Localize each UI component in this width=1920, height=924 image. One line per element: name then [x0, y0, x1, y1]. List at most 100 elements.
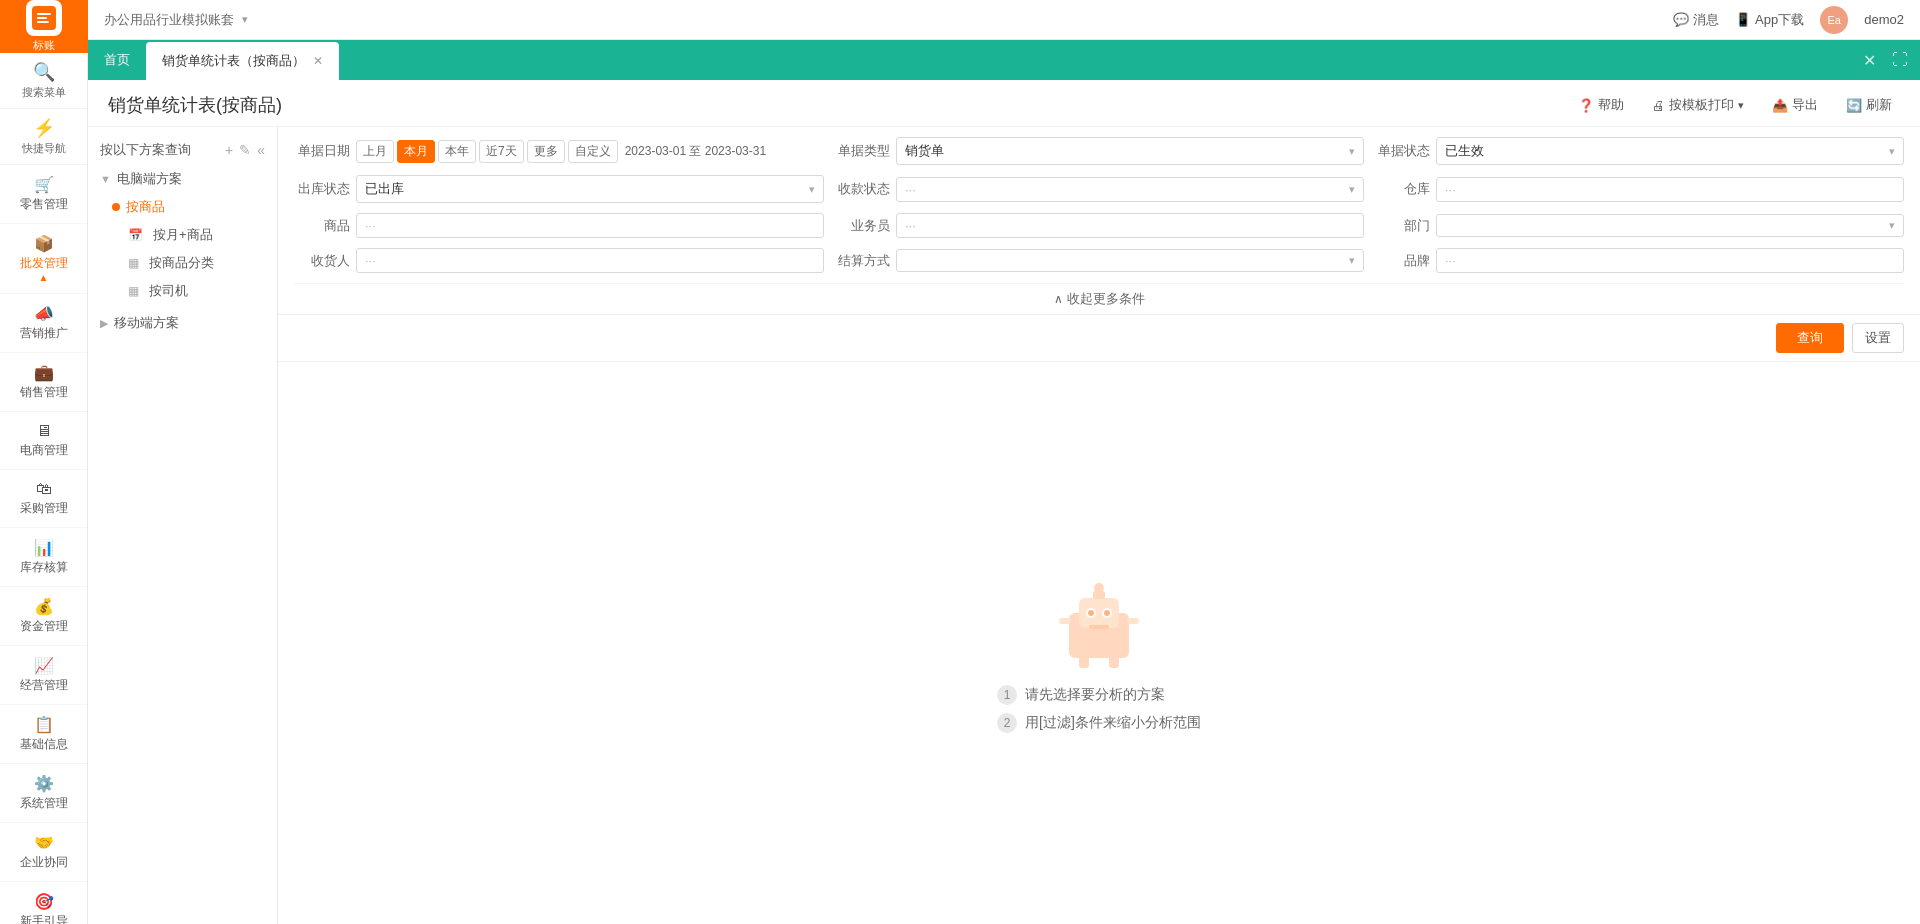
sidebar-item-system[interactable]: ⚙️ 系统管理 — [0, 764, 87, 823]
tree-item-by-category[interactable]: ▦ 按商品分类 — [88, 249, 277, 277]
message-btn[interactable]: 💬 消息 — [1673, 11, 1719, 29]
brand-input[interactable]: ··· — [1436, 248, 1904, 273]
collect-status-input[interactable]: ··· ▾ — [896, 177, 1364, 202]
tree-item-by-printer[interactable]: ▦ 按司机 — [88, 277, 277, 305]
tab-home[interactable]: 首页 — [88, 40, 146, 80]
date-more-btn[interactable]: 更多 — [527, 140, 565, 163]
settings-btn[interactable]: 设置 — [1852, 323, 1904, 353]
user-avatar[interactable]: Ea — [1820, 6, 1848, 34]
tab-expand-icon[interactable]: ⛶ — [1888, 47, 1912, 73]
query-btn[interactable]: 查询 — [1776, 323, 1844, 353]
goods-placeholder: ··· — [365, 218, 376, 233]
out-status-value: 已出库 — [365, 180, 404, 198]
message-label: 消息 — [1693, 11, 1719, 29]
export-label: 导出 — [1792, 96, 1818, 114]
tree-item-by-month-goods[interactable]: 📅 按月+商品 — [88, 221, 277, 249]
out-status-label: 出库状态 — [294, 180, 350, 198]
tree-pc-parent[interactable]: ▼ 电脑端方案 — [88, 165, 277, 193]
purchase-icon: 🛍 — [36, 480, 52, 498]
quick-nav-item[interactable]: ⚡ 快捷导航 — [0, 109, 87, 165]
help-icon: ❓ — [1578, 98, 1594, 113]
sidebar-item-ecommerce[interactable]: 🖥 电商管理 — [0, 412, 87, 470]
content-body: 按以下方案查询 + ✎ « ▼ 电脑端方案 按商品 — [88, 127, 1920, 924]
goods-input[interactable]: ··· — [356, 213, 824, 238]
sidebar-item-retail[interactable]: 🛒 零售管理 — [0, 165, 87, 224]
salesman-input[interactable]: ··· — [896, 213, 1364, 238]
sidebar-item-wholesale[interactable]: 📦 批发管理 ▲ — [0, 224, 87, 294]
basic-label: 基础信息 — [20, 736, 68, 753]
enterprise-label: 企业协同 — [20, 854, 68, 871]
warehouse-input[interactable]: ··· — [1436, 177, 1904, 202]
sidebar-item-purchase[interactable]: 🛍 采购管理 — [0, 470, 87, 528]
settle-label: 结算方式 — [834, 252, 890, 270]
page-title: 销货单统计表(按商品) — [108, 93, 282, 117]
header-right: 💬 消息 📱 App下载 Ea demo2 — [1673, 6, 1904, 34]
sidebar-item-guide[interactable]: 🎯 新手引导 — [0, 882, 87, 924]
template-print-label: 按模板打印 — [1669, 96, 1734, 114]
retail-label: 零售管理 — [20, 196, 68, 213]
right-panel: 单据日期 上月 本月 本年 近7天 更多 自定义 2023-03-01 至 20… — [278, 127, 1920, 924]
svg-rect-11 — [1127, 618, 1139, 624]
collapse-filter-btn[interactable]: ∧ 收起更多条件 — [294, 283, 1904, 314]
date-7days-btn[interactable]: 近7天 — [479, 140, 524, 163]
collapse-panel-btn[interactable]: « — [257, 142, 265, 158]
help-label: 帮助 — [1598, 96, 1624, 114]
operations-icon: 📈 — [34, 656, 54, 675]
svg-rect-2 — [1079, 598, 1119, 628]
tree-by-goods-label: 按商品 — [126, 198, 165, 216]
tip1-number: 1 — [997, 685, 1017, 705]
date-custom-btn[interactable]: 自定义 — [568, 140, 618, 163]
calendar-icon: 📅 — [128, 228, 143, 242]
tree-pc-label: 电脑端方案 — [117, 170, 182, 188]
tab-home-label: 首页 — [104, 51, 130, 69]
tab-bar-actions: ✕ ⛶ — [1859, 47, 1920, 74]
settle-input[interactable]: ▾ — [896, 249, 1364, 272]
message-icon: 💬 — [1673, 12, 1689, 27]
username[interactable]: demo2 — [1864, 12, 1904, 27]
template-print-btn[interactable]: 🖨 按模板打印 ▾ — [1644, 92, 1752, 118]
help-btn[interactable]: ❓ 帮助 — [1570, 92, 1632, 118]
left-panel-actions: + ✎ « — [225, 142, 265, 158]
sidebar-item-operations[interactable]: 📈 经营管理 — [0, 646, 87, 705]
filter-salesman-item: 业务员 ··· — [834, 213, 1364, 238]
date-label: 单据日期 — [294, 142, 350, 160]
refresh-btn[interactable]: 🔄 刷新 — [1838, 92, 1900, 118]
dept-input[interactable]: ▾ — [1436, 214, 1904, 237]
date-this-month-btn[interactable]: 本月 — [397, 140, 435, 163]
tab-bar: 首页 销货单统计表（按商品） ✕ ✕ ⛶ — [88, 40, 1920, 80]
sidebar-item-finance[interactable]: 💰 资金管理 — [0, 587, 87, 646]
receiver-input[interactable]: ··· — [356, 248, 824, 273]
svg-rect-13 — [1109, 656, 1119, 668]
svg-rect-7 — [1089, 625, 1109, 629]
wholesale-label: 批发管理 — [20, 255, 68, 272]
print-icon: 🖨 — [1652, 98, 1665, 113]
subtitle-dropdown[interactable]: ▾ — [242, 13, 248, 26]
edit-scheme-btn[interactable]: ✎ — [239, 142, 251, 158]
tree-mobile-parent[interactable]: ▶ 移动端方案 — [88, 309, 277, 337]
logo[interactable]: 标账 — [0, 0, 88, 53]
out-status-input[interactable]: 已出库 ▾ — [356, 175, 824, 203]
retail-icon: 🛒 — [34, 175, 54, 194]
search-menu-item[interactable]: 🔍 搜索菜单 — [0, 53, 87, 109]
main-area: 办公用品行业模拟账套 ▾ 💬 消息 📱 App下载 Ea demo2 首页 销货… — [88, 0, 1920, 924]
refresh-icon: 🔄 — [1846, 98, 1862, 113]
app-download-btn[interactable]: 📱 App下载 — [1735, 11, 1804, 29]
tab-close-icon[interactable]: ✕ — [313, 54, 323, 68]
add-scheme-btn[interactable]: + — [225, 142, 233, 158]
date-this-year-btn[interactable]: 本年 — [438, 140, 476, 163]
sidebar-item-marketing[interactable]: 📣 营销推广 — [0, 294, 87, 353]
tab-close-all-icon[interactable]: ✕ — [1859, 47, 1880, 74]
warehouse-label: 仓库 — [1374, 180, 1430, 198]
sidebar-item-sales[interactable]: 💼 销售管理 — [0, 353, 87, 412]
filter-row-4: 收货人 ··· 结算方式 ▾ — [294, 248, 1904, 273]
left-panel-title: 按以下方案查询 — [100, 141, 191, 159]
sidebar-item-basic[interactable]: 📋 基础信息 — [0, 705, 87, 764]
sidebar-item-enterprise[interactable]: 🤝 企业协同 — [0, 823, 87, 882]
tree-item-by-goods[interactable]: 按商品 — [88, 193, 277, 221]
tab-sales-stat[interactable]: 销货单统计表（按商品） ✕ — [146, 42, 339, 80]
sidebar-item-inventory[interactable]: 📊 库存核算 — [0, 528, 87, 587]
status-input[interactable]: 已生效 ▾ — [1436, 137, 1904, 165]
date-last-month-btn[interactable]: 上月 — [356, 140, 394, 163]
export-btn[interactable]: 📤 导出 — [1764, 92, 1826, 118]
type-input[interactable]: 销货单 ▾ — [896, 137, 1364, 165]
